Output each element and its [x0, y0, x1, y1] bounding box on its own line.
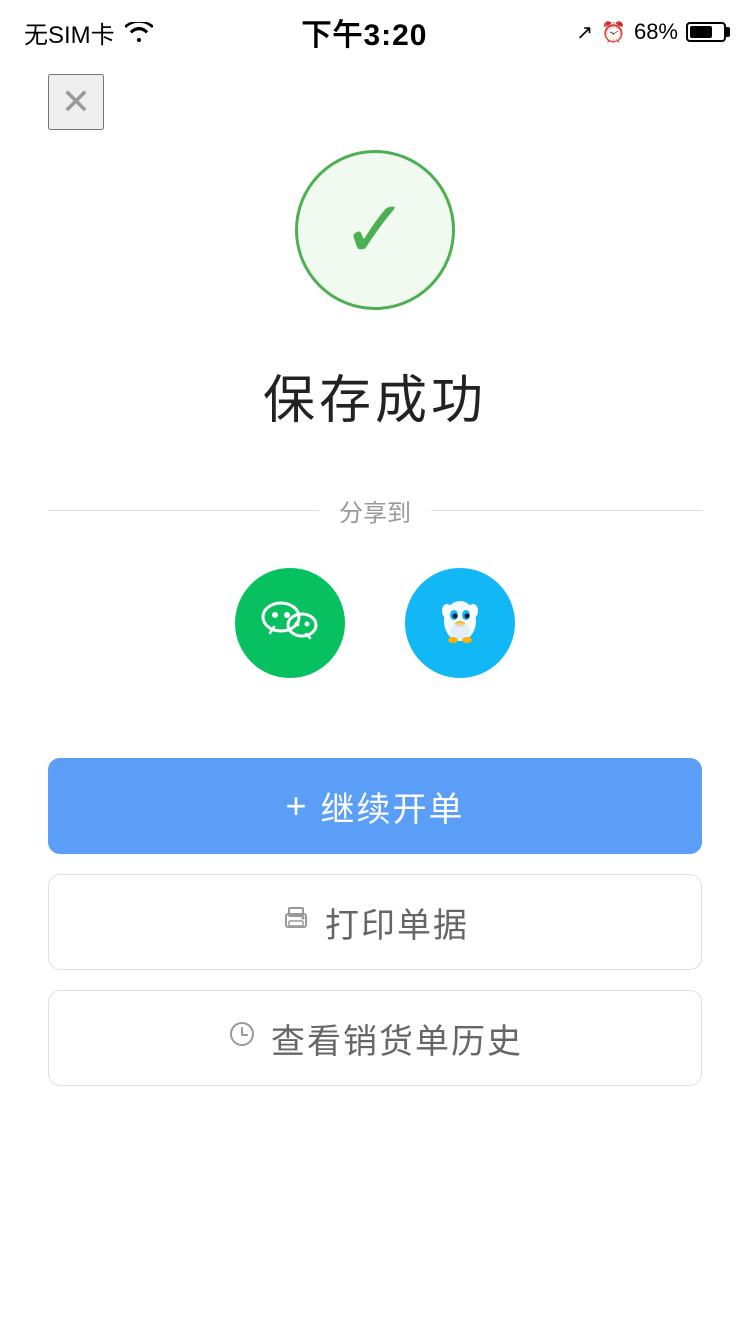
- wechat-icon: [258, 591, 322, 655]
- time-display: 下午3:20: [301, 10, 427, 54]
- divider-line-right: [431, 510, 702, 511]
- continue-label: 继续开单: [321, 782, 465, 831]
- status-left: 无SIM卡: [24, 15, 153, 50]
- status-bar: 无SIM卡 下午3:20 ↗ ⏰ 68%: [0, 0, 750, 64]
- main-content: ✕ ✓ 保存成功 分享到: [0, 64, 750, 1086]
- qq-icon: [430, 593, 490, 653]
- alarm-icon: ⏰: [601, 20, 626, 45]
- history-label: 查看销货单历史: [271, 1014, 523, 1063]
- qq-share-button[interactable]: [405, 568, 515, 678]
- status-right: ↗ ⏰ 68%: [576, 19, 726, 45]
- close-button[interactable]: ✕: [48, 74, 104, 130]
- checkmark-icon: ✓: [341, 190, 408, 270]
- success-title: 保存成功: [263, 358, 487, 433]
- battery-text: 68%: [634, 19, 678, 45]
- divider-line-left: [48, 510, 319, 511]
- history-icon: [227, 1019, 257, 1057]
- share-label: 分享到: [339, 493, 411, 528]
- print-button[interactable]: 打印单据: [48, 874, 702, 970]
- print-label: 打印单据: [325, 898, 469, 947]
- clock-svg: [227, 1019, 257, 1049]
- battery-icon: [686, 22, 726, 42]
- print-icon: [281, 903, 311, 941]
- printer-svg: [281, 903, 311, 933]
- location-icon: ↗: [576, 20, 593, 45]
- battery-fill: [690, 26, 712, 38]
- history-button[interactable]: 查看销货单历史: [48, 990, 702, 1086]
- continue-button[interactable]: + 继续开单: [48, 758, 702, 854]
- close-icon: ✕: [61, 81, 91, 123]
- share-divider: 分享到: [48, 493, 702, 528]
- plus-icon: +: [285, 785, 308, 827]
- wechat-share-button[interactable]: [235, 568, 345, 678]
- share-icons: [235, 568, 515, 678]
- success-circle: ✓: [295, 150, 455, 310]
- carrier-text: 无SIM卡: [24, 15, 115, 50]
- action-buttons: + 继续开单 打印单据 查看销货单历史: [48, 758, 702, 1086]
- wifi-icon: [125, 22, 153, 42]
